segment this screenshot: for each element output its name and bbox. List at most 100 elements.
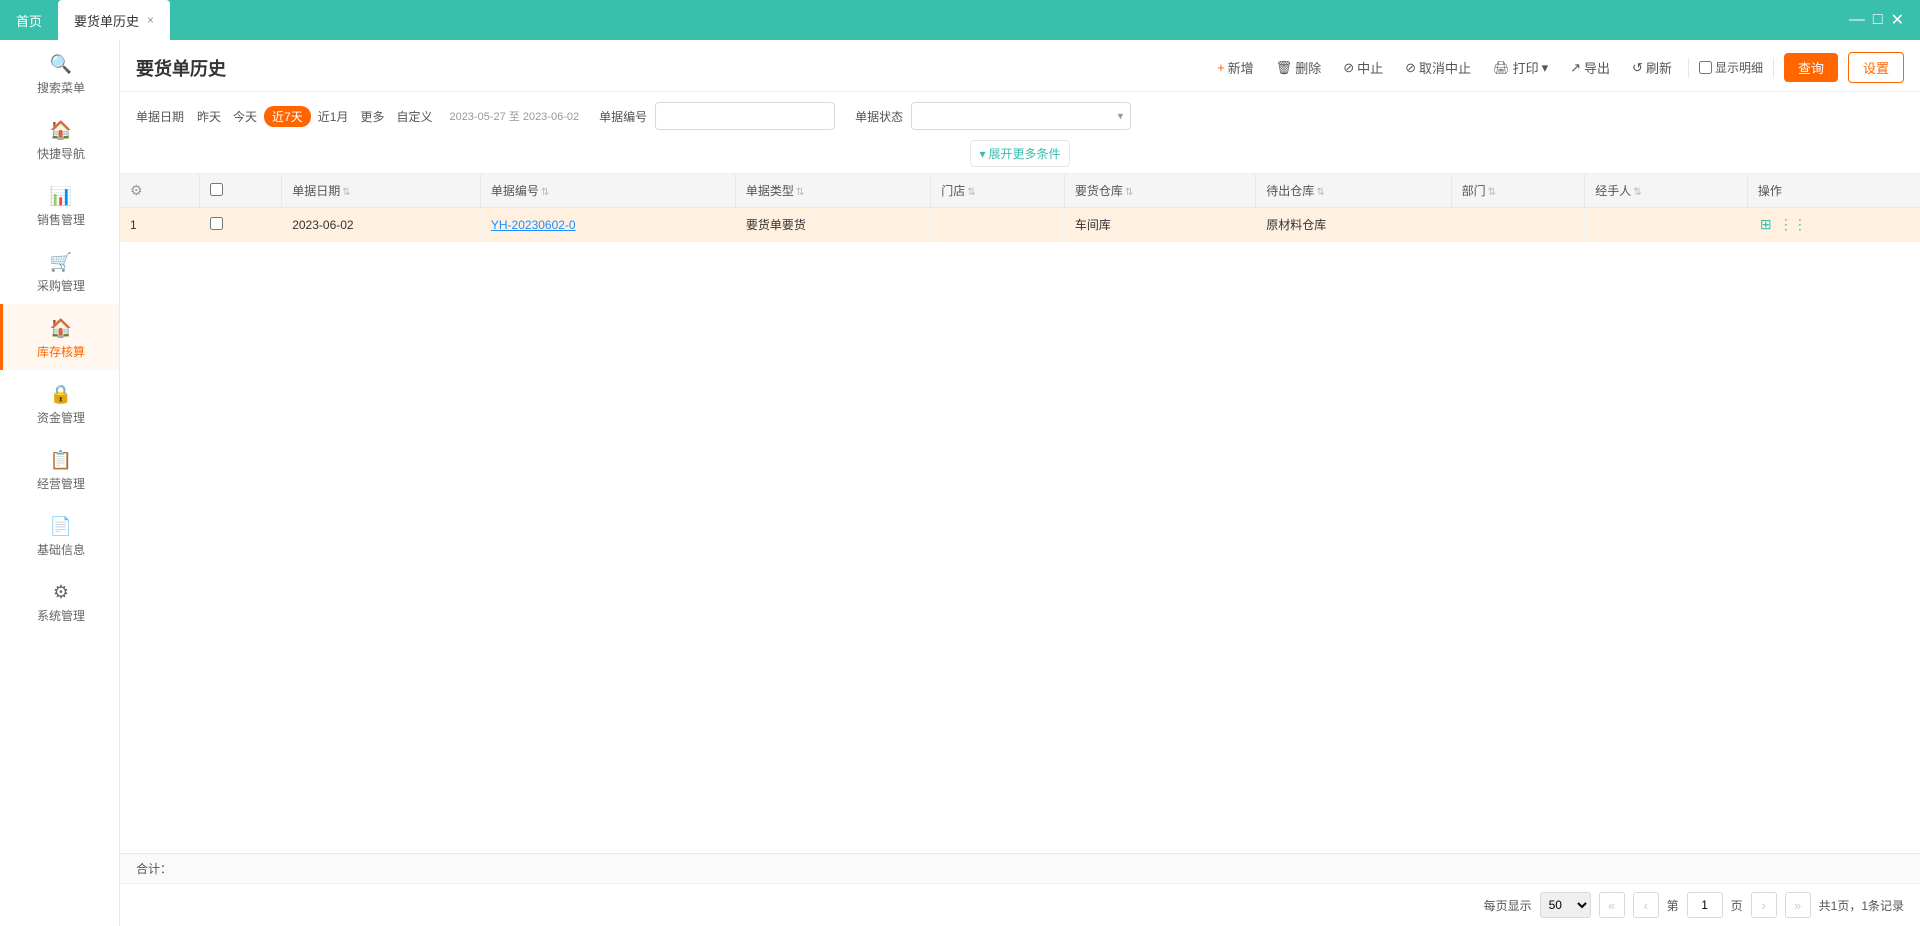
cell-bill-no: YH-20230602-0 <box>480 208 735 242</box>
show-detail-checkbox[interactable] <box>1699 61 1712 74</box>
prev-page-button[interactable]: ‹ <box>1633 892 1659 918</box>
sidebar-item-search-menu[interactable]: 🔍 搜索菜单 <box>0 40 119 106</box>
sidebar-item-quick-nav[interactable]: 🏠 快捷导航 <box>0 106 119 172</box>
table-header: ⚙ 单据日期⇅ 单据编号⇅ 单据类型⇅ 门店⇅ <box>120 174 1920 208</box>
cancel-stop-button[interactable]: ⊘ 取消中止 <box>1399 54 1477 81</box>
cancel-stop-icon: ⊘ <box>1405 60 1416 76</box>
sidebar-item-label: 销售管理 <box>37 211 85 228</box>
new-button[interactable]: + 新增 <box>1211 54 1260 81</box>
data-table: ⚙ 单据日期⇅ 单据编号⇅ 单据类型⇅ 门店⇅ <box>120 174 1920 242</box>
status-select[interactable] <box>911 102 1131 130</box>
date-btn-today[interactable]: 今天 <box>228 106 262 127</box>
quick-nav-icon: 🏠 <box>50 120 72 141</box>
export-label: 导出 <box>1584 58 1610 77</box>
col-wait-warehouse[interactable]: 待出仓库⇅ <box>1256 174 1451 208</box>
tab-requisition-history[interactable]: 要货单历史 × <box>58 0 170 40</box>
bill-no-link[interactable]: YH-20230602-0 <box>491 218 576 232</box>
sidebar-item-operations[interactable]: 📋 经营管理 <box>0 436 119 502</box>
cell-store <box>931 208 1065 242</box>
finance-icon: 🔒 <box>50 384 72 405</box>
sidebar-item-inventory[interactable]: 🏠 库存核算 <box>0 304 119 370</box>
per-page-label: 每页显示 <box>1484 897 1532 914</box>
sidebar-item-system[interactable]: ⚙ 系统管理 <box>0 568 119 634</box>
sidebar-item-finance[interactable]: 🔒 资金管理 <box>0 370 119 436</box>
cancel-stop-label: 取消中止 <box>1419 58 1471 77</box>
date-filter-group: 单据日期 昨天 今天 近7天 近1月 更多 自定义 2023-05-27 至 2… <box>136 106 579 127</box>
new-icon: + <box>1217 60 1225 75</box>
sidebar-item-label: 采购管理 <box>37 277 85 294</box>
table-footer: 合计： <box>120 853 1920 883</box>
cell-no: 1 <box>120 208 200 242</box>
expand-label: 展开更多条件 <box>989 145 1061 162</box>
bill-no-input[interactable] <box>655 102 835 130</box>
first-page-button[interactable]: « <box>1599 892 1625 918</box>
top-bar: 首页 要货单历史 × — □ ✕ <box>0 0 1920 40</box>
stop-button[interactable]: ⊘ 中止 <box>1337 54 1389 81</box>
date-btn-custom[interactable]: 自定义 <box>391 106 437 127</box>
delete-button[interactable]: 🗑 删除 <box>1270 54 1328 81</box>
sidebar-item-basic-info[interactable]: 📄 基础信息 <box>0 502 119 568</box>
sidebar-item-label: 库存核算 <box>37 343 85 360</box>
toolbar-divider-2 <box>1773 58 1774 78</box>
stop-label: 中止 <box>1357 58 1383 77</box>
delete-icon: 🗑 <box>1276 60 1293 76</box>
page-header: 要货单历史 + 新增 🗑 删除 ⊘ 中止 ⊘ 取消中止 <box>120 40 1920 92</box>
next-page-button[interactable]: › <box>1751 892 1777 918</box>
sales-icon: 📊 <box>50 186 72 207</box>
query-button[interactable]: 查询 <box>1784 53 1838 82</box>
col-dept[interactable]: 部门⇅ <box>1451 174 1585 208</box>
col-date[interactable]: 单据日期⇅ <box>282 174 481 208</box>
col-checkbox <box>200 174 282 208</box>
footer-total-label: 合计： <box>136 860 172 877</box>
tab-home[interactable]: 首页 <box>0 0 58 40</box>
row-view-icon[interactable]: ⊞ <box>1760 216 1772 232</box>
tab-bar: 首页 要货单历史 × <box>0 0 1849 40</box>
date-btn-more[interactable]: 更多 <box>355 106 389 127</box>
page-number-input[interactable] <box>1687 892 1723 918</box>
cell-date: 2023-06-02 <box>282 208 481 242</box>
inventory-icon: 🏠 <box>50 318 72 339</box>
page-label-pre: 第 <box>1667 897 1679 914</box>
print-button[interactable]: 🖨 打印 ▾ <box>1487 54 1554 81</box>
date-btn-1month[interactable]: 近1月 <box>313 106 354 127</box>
col-store[interactable]: 门店⇅ <box>931 174 1065 208</box>
sidebar-item-purchase[interactable]: 🛒 采购管理 <box>0 238 119 304</box>
filter-row: 单据日期 昨天 今天 近7天 近1月 更多 自定义 2023-05-27 至 2… <box>136 102 1904 130</box>
refresh-button[interactable]: ↺ 刷新 <box>1626 54 1678 81</box>
col-settings[interactable]: ⚙ <box>120 174 200 208</box>
expand-conditions-button[interactable]: ▾ 展开更多条件 <box>970 140 1069 167</box>
show-detail-text: 显示明细 <box>1715 59 1763 76</box>
settings-button[interactable]: 设置 <box>1848 52 1904 83</box>
cell-checkbox <box>200 208 282 242</box>
date-filter-buttons: 昨天 今天 近7天 近1月 更多 自定义 <box>192 106 437 127</box>
show-detail-label[interactable]: 显示明细 <box>1699 59 1763 76</box>
settings-label: 设置 <box>1863 58 1889 77</box>
last-page-button[interactable]: » <box>1785 892 1811 918</box>
cell-action: ⊞ ⋮⋮ <box>1747 208 1920 242</box>
page-label-post: 页 <box>1731 897 1743 914</box>
new-label: 新增 <box>1228 58 1254 77</box>
minimize-icon[interactable]: — <box>1849 11 1865 29</box>
sidebar-item-label: 经营管理 <box>37 475 85 492</box>
per-page-select[interactable]: 50 100 200 <box>1540 892 1591 918</box>
status-select-wrap <box>911 102 1131 130</box>
col-bill-no[interactable]: 单据编号⇅ <box>480 174 735 208</box>
maximize-icon[interactable]: □ <box>1873 11 1883 29</box>
tab-requisition-label: 要货单历史 <box>74 11 139 30</box>
select-all-checkbox[interactable] <box>210 183 223 196</box>
col-handler[interactable]: 经手人⇅ <box>1585 174 1748 208</box>
col-req-warehouse[interactable]: 要货仓库⇅ <box>1064 174 1255 208</box>
row-checkbox[interactable] <box>210 217 223 230</box>
tab-close-icon[interactable]: × <box>147 13 154 27</box>
date-btn-yesterday[interactable]: 昨天 <box>192 106 226 127</box>
close-icon[interactable]: ✕ <box>1891 10 1904 30</box>
refresh-icon: ↺ <box>1632 60 1643 76</box>
export-button[interactable]: ↗ 导出 <box>1564 54 1616 81</box>
sidebar-item-sales[interactable]: 📊 销售管理 <box>0 172 119 238</box>
date-btn-7days[interactable]: 近7天 <box>264 106 311 127</box>
row-more-icon[interactable]: ⋮⋮ <box>1779 216 1807 232</box>
sidebar-item-label: 基础信息 <box>37 541 85 558</box>
window-actions: — □ ✕ <box>1849 10 1920 30</box>
search-menu-icon: 🔍 <box>50 54 72 75</box>
col-bill-type[interactable]: 单据类型⇅ <box>735 174 930 208</box>
